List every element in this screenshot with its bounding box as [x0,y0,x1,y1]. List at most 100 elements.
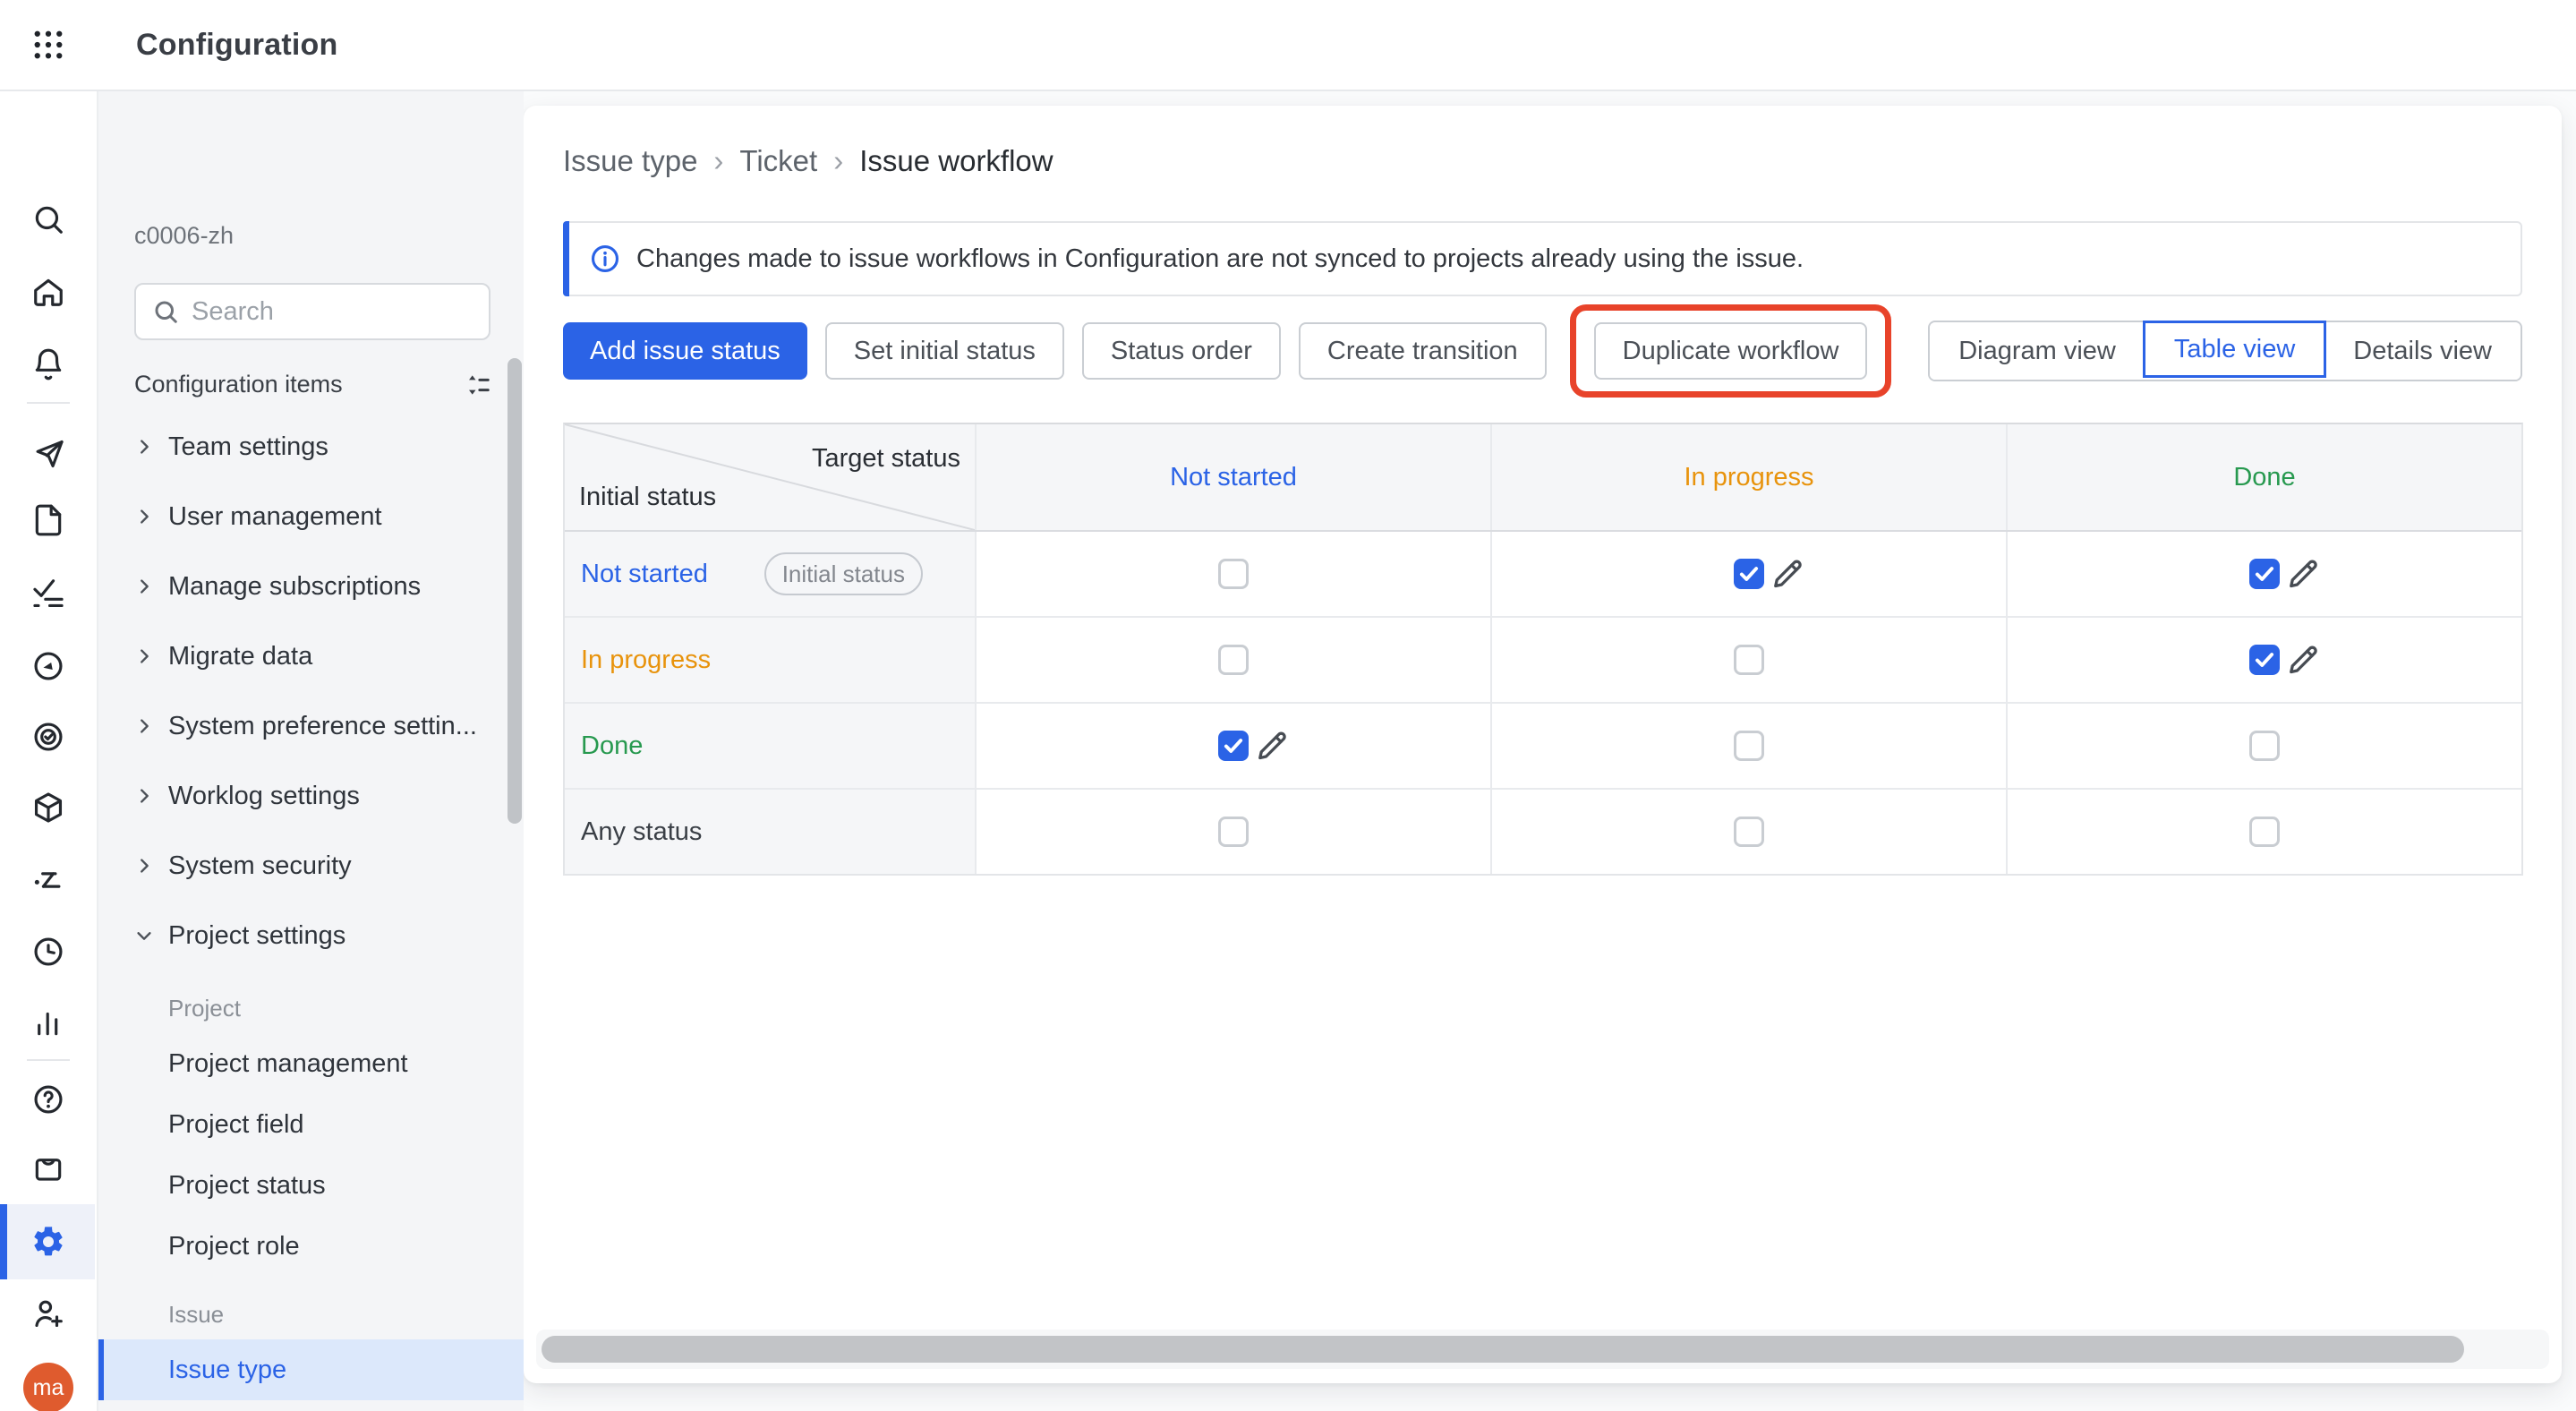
add-issue-status-button[interactable]: Add issue status [563,322,807,380]
apps-grid-icon[interactable] [0,26,97,64]
tray-icon[interactable] [30,1151,66,1187]
checkbox-unchecked[interactable] [1218,817,1249,847]
page-title: Configuration [136,27,338,62]
corner-initial-status-label: Initial status [579,483,717,511]
sidebar-item-project-status[interactable]: Project status [97,1155,524,1216]
clock-icon[interactable] [30,934,66,970]
transition-cell [2006,618,2521,702]
breadcrumb-separator-icon: › [713,144,724,177]
checkbox-unchecked[interactable] [1218,645,1249,675]
cube-icon[interactable] [30,790,66,825]
checkbox-unchecked[interactable] [1734,731,1764,761]
bar-chart-icon[interactable] [30,1005,66,1040]
transition-cell [975,618,1490,702]
search-input[interactable]: Search [134,283,490,340]
main-panel: Issue type › Ticket › Issue workflow Changes… [524,106,2562,1383]
tab-details-view[interactable]: Details view [2324,322,2521,380]
sidebar-item-migrate-data[interactable]: Migrate data [97,621,524,691]
info-banner: Changes made to issue workflows in Confi… [563,221,2522,296]
sidebar-item-project-settings[interactable]: Project settings [97,901,524,971]
row-header: Not started Initial status [565,532,975,616]
document-icon[interactable] [30,502,66,538]
sidebar-scrollbar[interactable] [508,358,522,824]
table-row-not-started: Not started Initial status [565,530,2521,616]
gauge-icon[interactable] [30,648,66,684]
checkbox-unchecked[interactable] [1734,817,1764,847]
home-icon[interactable] [30,274,66,310]
checkbox-checked[interactable] [1734,559,1764,589]
transition-cell [2006,790,2521,874]
duplicate-workflow-button[interactable]: Duplicate workflow [1593,322,1868,380]
user-avatar[interactable]: ma [23,1363,73,1411]
edit-transition-icon[interactable] [2288,558,2320,590]
transition-cell [2006,704,2521,788]
transition-cell [975,790,1490,874]
search-icon[interactable] [30,201,66,237]
bell-icon[interactable] [30,346,66,382]
target-check-icon[interactable] [30,719,66,755]
transition-cell [1490,532,2006,616]
top-header: Configuration [0,0,2576,91]
checkbox-unchecked[interactable] [2249,817,2280,847]
tasks-icon[interactable] [30,576,66,611]
workflow-icon[interactable] [30,862,66,898]
transition-cell [1490,618,2006,702]
collapse-list-icon[interactable] [465,372,491,398]
transition-cell [2006,532,2521,616]
row-status-label: Any status [581,817,703,846]
breadcrumb-item[interactable]: Issue type [563,144,697,178]
settings-icon[interactable] [30,1224,66,1260]
search-icon [152,298,179,325]
breadcrumb-item[interactable]: Ticket [739,144,817,178]
edit-transition-icon[interactable] [1257,730,1289,762]
checkbox-checked[interactable] [1218,731,1249,761]
breadcrumb: Issue type › Ticket › Issue workflow [563,141,2522,181]
icon-rail: ma [0,90,98,1411]
person-add-icon[interactable] [30,1296,66,1331]
corner-target-status-label: Target status [811,444,960,473]
banner-text: Changes made to issue workflows in Confi… [636,244,1804,273]
sidebar-item-system-security[interactable]: System security [97,831,524,901]
toolbar: Add issue status Set initial status Status… [563,304,2522,398]
sidebar-item-issue-field[interactable]: Issue field [97,1400,524,1411]
tab-diagram-view[interactable]: Diagram view [1930,322,2145,380]
chevron-right-icon [134,507,154,526]
tab-table-view[interactable]: Table view [2142,321,2327,378]
checkbox-checked[interactable] [2249,645,2280,675]
sidebar-item-worklog-settings[interactable]: Worklog settings [97,761,524,831]
transition-cell [975,704,1490,788]
horizontal-scrollbar-thumb[interactable] [542,1336,2464,1363]
set-initial-status-button[interactable]: Set initial status [824,322,1064,380]
chevron-right-icon [134,646,154,666]
search-placeholder: Search [192,296,274,326]
breadcrumb-separator-icon: › [833,144,844,177]
checkbox-checked[interactable] [2249,559,2280,589]
send-icon[interactable] [30,436,66,472]
chevron-right-icon [134,577,154,596]
annotation-highlight: Duplicate workflow [1569,304,1892,398]
chevron-right-icon [134,437,154,457]
checkbox-unchecked[interactable] [1218,559,1249,589]
transition-cell [1490,704,2006,788]
checkbox-unchecked[interactable] [1734,645,1764,675]
chevron-down-icon [134,926,154,945]
sidebar-item-issue-type[interactable]: Issue type [97,1339,524,1400]
row-status-label: Done [581,731,644,760]
sidebar-item-user-management[interactable]: User management [97,482,524,552]
checkbox-unchecked[interactable] [2249,731,2280,761]
table-row-done: Done [565,702,2521,788]
sidebar-item-project-role[interactable]: Project role [97,1216,524,1277]
edit-transition-icon[interactable] [2288,644,2320,676]
sidebar-item-manage-subscriptions[interactable]: Manage subscriptions [97,552,524,621]
sidebar-item-team-settings[interactable]: Team settings [97,412,524,482]
rail-divider [27,402,70,404]
column-header-done: Done [2006,424,2521,530]
sidebar-item-system-preference-settin-[interactable]: System preference settin... [97,691,524,761]
create-transition-button[interactable]: Create transition [1298,322,1547,380]
edit-transition-icon[interactable] [1772,558,1804,590]
sidebar-item-project-management[interactable]: Project management [97,1033,524,1094]
help-icon[interactable] [30,1082,66,1117]
config-items-tree: Team settings User management Manage subsc… [97,412,524,1411]
sidebar-item-project-field[interactable]: Project field [97,1094,524,1155]
status-order-button[interactable]: Status order [1081,322,1281,380]
